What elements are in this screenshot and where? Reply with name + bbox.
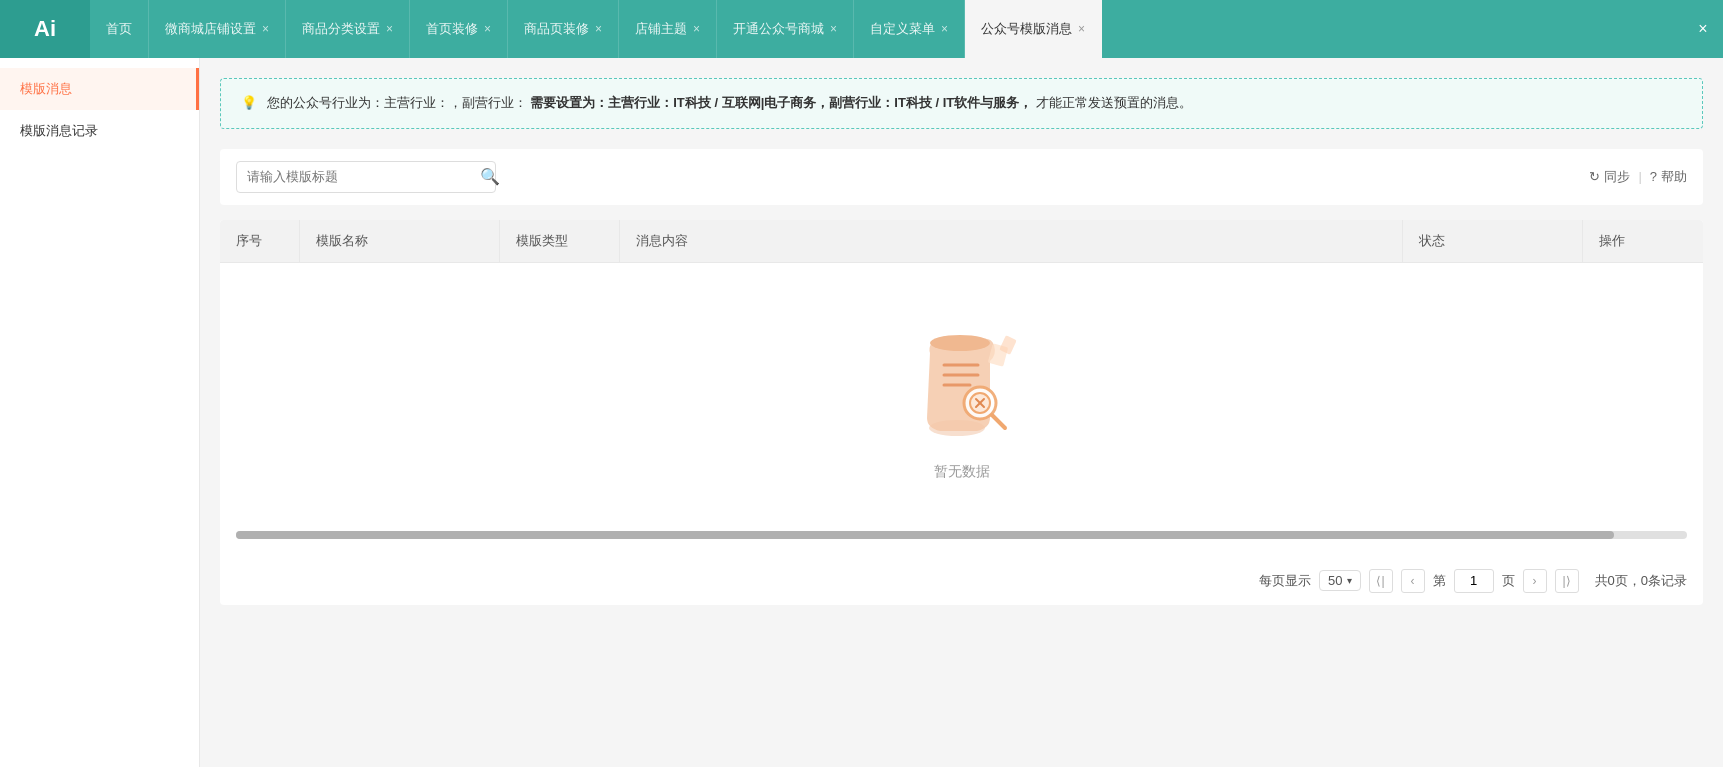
page-number-input[interactable] (1454, 569, 1494, 593)
tab-home-decor[interactable]: 首页装修 × (410, 0, 508, 58)
app-logo: Ai (0, 0, 90, 58)
search-right: ↻ 同步 | ? 帮助 (1589, 168, 1687, 186)
tab-store-theme-close[interactable]: × (693, 23, 700, 35)
alert-icon: 💡 (241, 95, 257, 110)
alert-suffix-text: 才能正常发送预置的消息。 (1036, 95, 1192, 110)
sidebar: 模版消息 模版消息记录 (0, 58, 200, 767)
tab-product-decor-label: 商品页装修 (524, 20, 589, 38)
column-header-index: 序号 (220, 220, 300, 262)
tab-template-message[interactable]: 公众号模版消息 × (965, 0, 1102, 58)
prev-page-button[interactable]: ‹ (1401, 569, 1425, 593)
search-bar: 🔍 ↻ 同步 | ? 帮助 (220, 149, 1703, 205)
scroll-thumb[interactable] (236, 531, 1614, 539)
tab-store-settings-close[interactable]: × (262, 23, 269, 35)
empty-state-text: 暂无数据 (934, 463, 990, 481)
alert-box: 💡 您的公众号行业为：主营行业：，副营行业： 需要设置为：主营行业：IT科技 /… (220, 78, 1703, 129)
tab-home-decor-close[interactable]: × (484, 23, 491, 35)
help-icon: ? (1650, 169, 1657, 184)
column-header-status: 状态 (1403, 220, 1583, 262)
search-icon: 🔍 (480, 168, 500, 185)
column-header-type: 模版类型 (500, 220, 620, 262)
table-container: 序号 模版名称 模版类型 消息内容 状态 操作 (220, 220, 1703, 605)
first-page-button[interactable]: ⟨| (1369, 569, 1393, 593)
empty-state-icon (902, 323, 1022, 443)
search-button[interactable]: 🔍 (470, 161, 510, 193)
page-size-value: 50 (1328, 573, 1342, 588)
column-header-content: 消息内容 (620, 220, 1403, 262)
tab-product-category-close[interactable]: × (386, 23, 393, 35)
page-suffix: 页 (1502, 572, 1515, 590)
tab-store-settings[interactable]: 微商城店铺设置 × (149, 0, 286, 58)
alert-highlight-text: 需要设置为：主营行业：IT科技 / 互联网|电子商务，副营行业：IT科技 / I… (530, 95, 1032, 110)
tab-store-settings-label: 微商城店铺设置 (165, 20, 256, 38)
sidebar-item-template-message[interactable]: 模版消息 (0, 68, 199, 110)
tab-home-label: 首页 (106, 20, 132, 38)
tab-template-message-label: 公众号模版消息 (981, 20, 1072, 38)
tab-open-mall-close[interactable]: × (830, 23, 837, 35)
nav-tabs: 首页 微商城店铺设置 × 商品分类设置 × 首页装修 × 商品页装修 × 店铺主… (90, 0, 1683, 58)
tab-custom-menu-close[interactable]: × (941, 23, 948, 35)
next-page-button[interactable]: › (1523, 569, 1547, 593)
sidebar-item-template-message-record[interactable]: 模版消息记录 (0, 110, 199, 152)
sync-button[interactable]: ↻ 同步 (1589, 168, 1630, 186)
tab-product-category-label: 商品分类设置 (302, 20, 380, 38)
sync-icon: ↻ (1589, 169, 1600, 184)
tab-product-decor-close[interactable]: × (595, 23, 602, 35)
svg-line-7 (992, 415, 1005, 428)
scroll-area (220, 531, 1703, 557)
column-header-action: 操作 (1583, 220, 1703, 262)
tab-product-decor[interactable]: 商品页装修 × (508, 0, 619, 58)
tab-store-theme[interactable]: 店铺主题 × (619, 0, 717, 58)
page-size-label: 每页显示 (1259, 572, 1311, 590)
pagination: 每页显示 50 ▾ ⟨| ‹ 第 页 › |⟩ 共0页，0条记录 (220, 557, 1703, 605)
tab-custom-menu[interactable]: 自定义菜单 × (854, 0, 965, 58)
alert-prefix-text: 您的公众号行业为：主营行业：，副营行业： (267, 95, 527, 110)
empty-state: 暂无数据 (220, 263, 1703, 521)
svg-point-1 (930, 335, 990, 351)
tab-template-message-close[interactable]: × (1078, 23, 1085, 35)
tab-custom-menu-label: 自定义菜单 (870, 20, 935, 38)
last-page-button[interactable]: |⟩ (1555, 569, 1579, 593)
page-label: 第 (1433, 572, 1446, 590)
content-area: 💡 您的公众号行业为：主营行业：，副营行业： 需要设置为：主营行业：IT科技 /… (200, 58, 1723, 767)
scroll-track (236, 531, 1687, 539)
search-divider: | (1638, 169, 1641, 184)
tab-product-category[interactable]: 商品分类设置 × (286, 0, 410, 58)
table-header: 序号 模版名称 模版类型 消息内容 状态 操作 (220, 220, 1703, 263)
tab-store-theme-label: 店铺主题 (635, 20, 687, 38)
close-all-tabs-button[interactable]: × (1683, 0, 1723, 58)
search-left: 🔍 (236, 161, 510, 193)
tab-open-mall[interactable]: 开通公众号商城 × (717, 0, 854, 58)
chevron-down-icon: ▾ (1347, 575, 1352, 586)
column-header-name: 模版名称 (300, 220, 500, 262)
tab-home-decor-label: 首页装修 (426, 20, 478, 38)
page-total: 共0页，0条记录 (1595, 572, 1687, 590)
tab-home[interactable]: 首页 (90, 0, 149, 58)
page-size-select[interactable]: 50 ▾ (1319, 570, 1360, 591)
tab-open-mall-label: 开通公众号商城 (733, 20, 824, 38)
search-input[interactable] (236, 161, 496, 193)
top-nav: Ai 首页 微商城店铺设置 × 商品分类设置 × 首页装修 × 商品页装修 × … (0, 0, 1723, 58)
main-layout: 模版消息 模版消息记录 💡 您的公众号行业为：主营行业：，副营行业： 需要设置为… (0, 58, 1723, 767)
help-button[interactable]: ? 帮助 (1650, 168, 1687, 186)
